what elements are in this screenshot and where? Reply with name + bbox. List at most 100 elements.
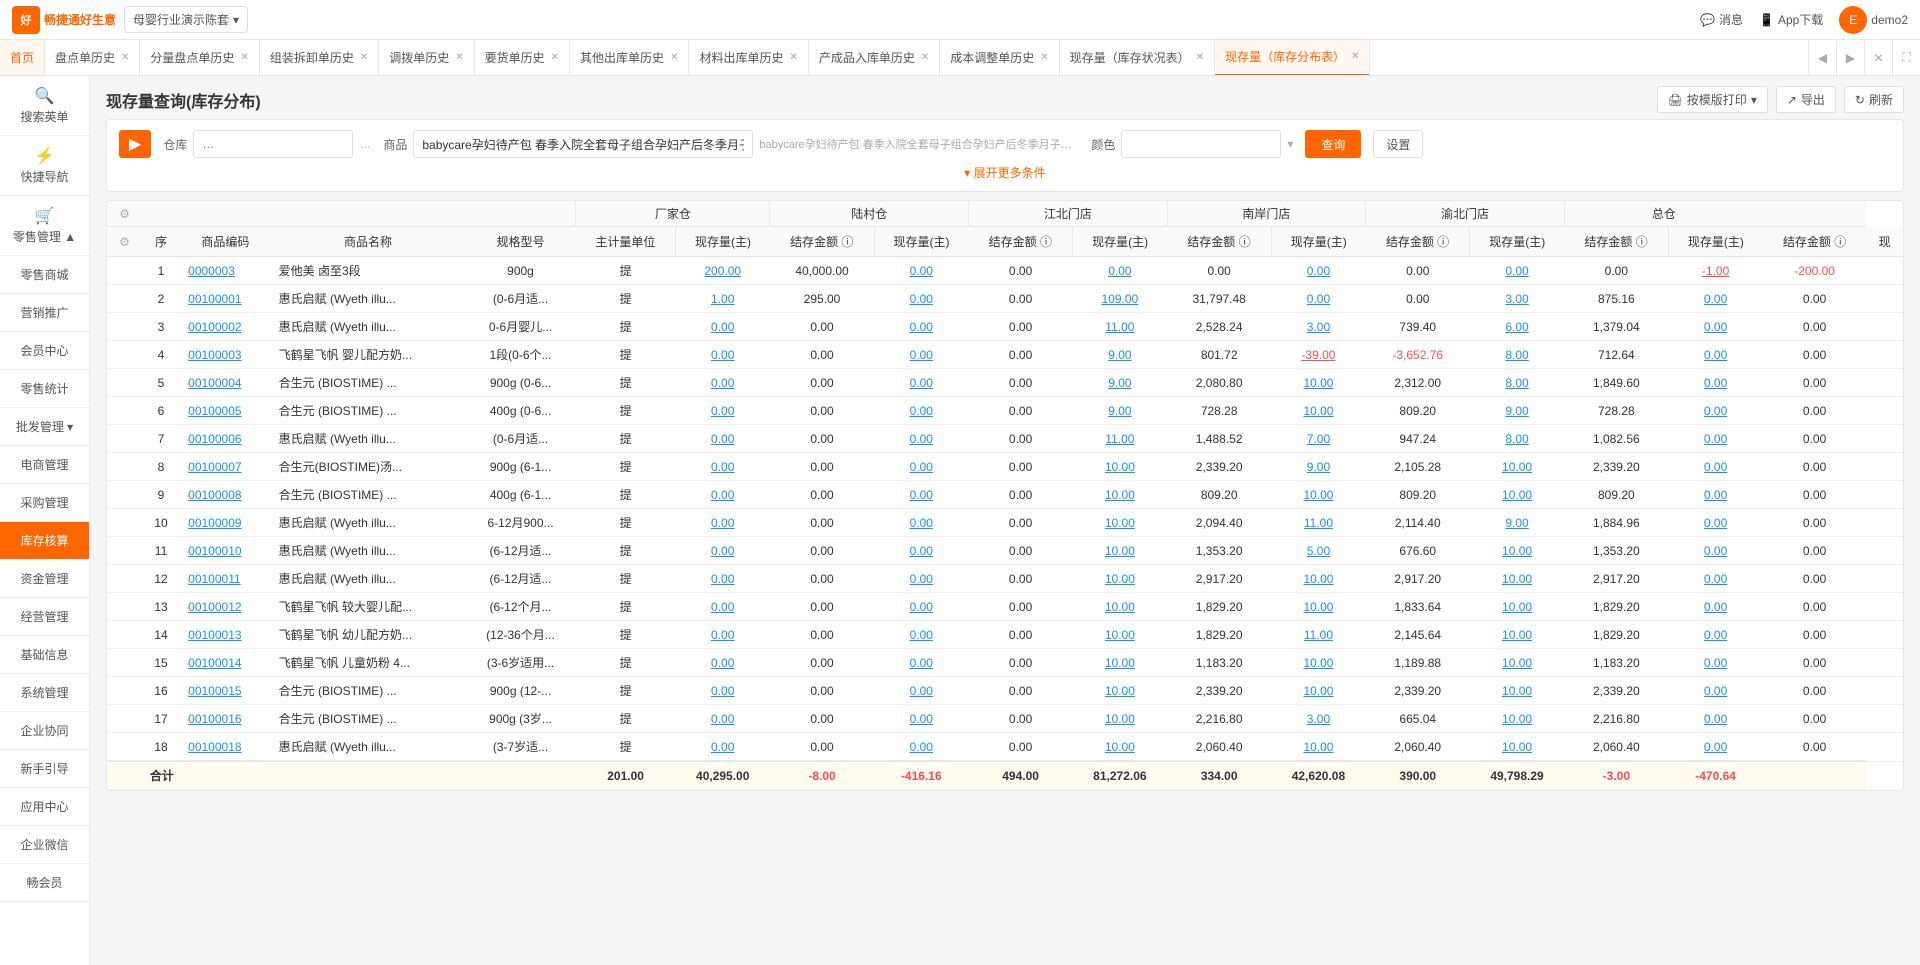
cell-code[interactable]: 00100010 <box>180 537 270 565</box>
tab-allocation[interactable]: 调拨单历史 ✕ <box>379 40 474 76</box>
tab-close-icon[interactable]: ✕ <box>455 52 463 63</box>
cell-jb-qty[interactable]: 10.00 <box>1073 593 1168 621</box>
cell-cj-qty[interactable]: 0.00 <box>675 397 770 425</box>
sidebar-item-retail-stats[interactable]: 零售统计 <box>0 370 89 408</box>
cell-jb-qty[interactable]: 10.00 <box>1073 733 1168 762</box>
cell-cj-qty[interactable]: 0.00 <box>675 481 770 509</box>
cell-yb-qty[interactable]: 10.00 <box>1470 537 1565 565</box>
cell-yb-qty[interactable]: 10.00 <box>1470 733 1565 762</box>
tab-material-outbound[interactable]: 材料出库单历史 ✕ <box>689 40 808 76</box>
goods-input[interactable] <box>413 130 753 158</box>
tab-home[interactable]: 首页 <box>0 40 45 76</box>
message-btn[interactable]: 💬 消息 <box>1700 11 1743 28</box>
cell-cj-qty[interactable]: 0.00 <box>675 733 770 762</box>
tab-production-inbound[interactable]: 产成品入库单历史 ✕ <box>809 40 940 76</box>
cell-yb-qty[interactable]: 8.00 <box>1470 341 1565 369</box>
sidebar-item-marketing[interactable]: 营销推广 <box>0 294 89 332</box>
tabs-close-btn[interactable]: ✕ <box>1864 40 1892 76</box>
cell-jb-qty[interactable]: 9.00 <box>1073 341 1168 369</box>
cell-yb-qty[interactable]: 9.00 <box>1470 509 1565 537</box>
tab-inventory-single[interactable]: 盘点单历史 ✕ <box>45 40 140 76</box>
cell-code[interactable]: 00100008 <box>180 481 270 509</box>
sidebar-item-sys-mgmt[interactable]: 系统管理 <box>0 674 89 712</box>
tab-close-icon[interactable]: ✕ <box>121 52 129 63</box>
tab-close-icon[interactable]: ✕ <box>240 52 248 63</box>
sidebar-item-retail-mall[interactable]: 零售商城 <box>0 256 89 294</box>
cell-yb-qty[interactable]: 9.00 <box>1470 397 1565 425</box>
cell-yb-qty[interactable]: 10.00 <box>1470 593 1565 621</box>
tab-close-icon[interactable]: ✕ <box>921 52 929 63</box>
cell-jb-qty[interactable]: 10.00 <box>1073 481 1168 509</box>
cell-cj-qty[interactable]: 0.00 <box>675 621 770 649</box>
cell-yb-qty[interactable]: 10.00 <box>1470 453 1565 481</box>
cell-code[interactable]: 00100009 <box>180 509 270 537</box>
cell-lc-qty[interactable]: 0.00 <box>874 733 969 762</box>
cell-cj-qty[interactable]: 0.00 <box>675 341 770 369</box>
cell-jb-qty[interactable]: 10.00 <box>1073 509 1168 537</box>
tab-close-icon[interactable]: ✕ <box>360 52 368 63</box>
cell-code[interactable]: 00100016 <box>180 705 270 733</box>
cell-na-qty[interactable]: 9.00 <box>1271 453 1366 481</box>
cell-jb-qty[interactable]: 10.00 <box>1073 649 1168 677</box>
tab-close-icon[interactable]: ✕ <box>670 52 678 63</box>
cell-cj-qty[interactable]: 0.00 <box>675 425 770 453</box>
cell-code[interactable]: 00100015 <box>180 677 270 705</box>
sidebar-item-ecommerce[interactable]: 电商管理 <box>0 446 89 484</box>
cell-total-qty[interactable]: 0.00 <box>1668 341 1763 369</box>
cell-yb-qty[interactable]: 10.00 <box>1470 677 1565 705</box>
cell-code[interactable]: 0000003 <box>180 257 270 285</box>
cell-yb-qty[interactable]: 0.00 <box>1470 257 1565 285</box>
tab-inventory-status[interactable]: 现存量（库存状况表） ✕ <box>1060 40 1215 76</box>
cell-jb-qty[interactable]: 11.00 <box>1073 313 1168 341</box>
cell-total-qty[interactable]: 0.00 <box>1668 369 1763 397</box>
cell-code[interactable]: 00100011 <box>180 565 270 593</box>
tab-close-icon[interactable]: ✕ <box>1040 52 1048 63</box>
cell-jb-qty[interactable]: 0.00 <box>1073 257 1168 285</box>
cell-lc-qty[interactable]: 0.00 <box>874 593 969 621</box>
cell-jb-qty[interactable]: 10.00 <box>1073 537 1168 565</box>
color-input[interactable] <box>1121 130 1281 158</box>
setting-btn[interactable]: 设置 <box>1373 130 1423 158</box>
tab-close-icon[interactable]: ✕ <box>1196 52 1204 63</box>
cell-na-qty[interactable]: 10.00 <box>1271 397 1366 425</box>
warehouse-dots-btn[interactable]: … <box>359 137 371 151</box>
sidebar-item-newcomer[interactable]: 新手引导 <box>0 750 89 788</box>
filter-expand-left-btn[interactable]: ▶ <box>119 130 151 158</box>
cell-yb-qty[interactable]: 3.00 <box>1470 285 1565 313</box>
tab-cost-adjust[interactable]: 成本调整单历史 ✕ <box>940 40 1059 76</box>
cell-cj-qty[interactable]: 0.00 <box>675 369 770 397</box>
cell-yb-qty[interactable]: 10.00 <box>1470 621 1565 649</box>
tabs-prev-btn[interactable]: ◀ <box>1808 40 1836 76</box>
cell-code[interactable]: 00100013 <box>180 621 270 649</box>
tab-close-icon[interactable]: ✕ <box>789 52 797 63</box>
cell-lc-qty[interactable]: 0.00 <box>874 705 969 733</box>
sidebar-item-search[interactable]: 🔍 搜索英单 <box>0 76 89 136</box>
cell-na-qty[interactable]: -39.00 <box>1271 341 1366 369</box>
cell-cj-qty[interactable]: 0.00 <box>675 649 770 677</box>
cell-yb-qty[interactable]: 8.00 <box>1470 425 1565 453</box>
gear-btn[interactable]: ⚙ <box>119 207 130 221</box>
cell-total-qty[interactable]: 0.00 <box>1668 733 1763 762</box>
cell-lc-qty[interactable]: 0.00 <box>874 257 969 285</box>
cell-lc-qty[interactable]: 0.00 <box>874 369 969 397</box>
cell-yb-qty[interactable]: 6.00 <box>1470 313 1565 341</box>
tab-close-icon[interactable]: ✕ <box>1351 51 1359 62</box>
cell-cj-qty[interactable]: 0.00 <box>675 509 770 537</box>
cell-code[interactable]: 00100001 <box>180 285 270 313</box>
sidebar-item-quicknav[interactable]: ⚡ 快捷导航 <box>0 136 89 196</box>
user-area[interactable]: E demo2 <box>1839 6 1908 34</box>
cell-jb-qty[interactable]: 9.00 <box>1073 397 1168 425</box>
cell-na-qty[interactable]: 10.00 <box>1271 677 1366 705</box>
cell-na-qty[interactable]: 10.00 <box>1271 733 1366 762</box>
cell-cj-qty[interactable]: 0.00 <box>675 593 770 621</box>
cell-na-qty[interactable]: 3.00 <box>1271 313 1366 341</box>
cell-lc-qty[interactable]: 0.00 <box>874 565 969 593</box>
industry-dropdown[interactable]: 母婴行业演示陈套 ▾ <box>124 6 248 33</box>
cell-code[interactable]: 00100018 <box>180 733 270 762</box>
sidebar-item-base-info[interactable]: 基础信息 <box>0 636 89 674</box>
cell-na-qty[interactable]: 10.00 <box>1271 481 1366 509</box>
cell-lc-qty[interactable]: 0.00 <box>874 677 969 705</box>
cell-lc-qty[interactable]: 0.00 <box>874 509 969 537</box>
cell-lc-qty[interactable]: 0.00 <box>874 537 969 565</box>
tab-inventory-dist[interactable]: 现存量（库存分布表） ✕ <box>1215 40 1370 76</box>
